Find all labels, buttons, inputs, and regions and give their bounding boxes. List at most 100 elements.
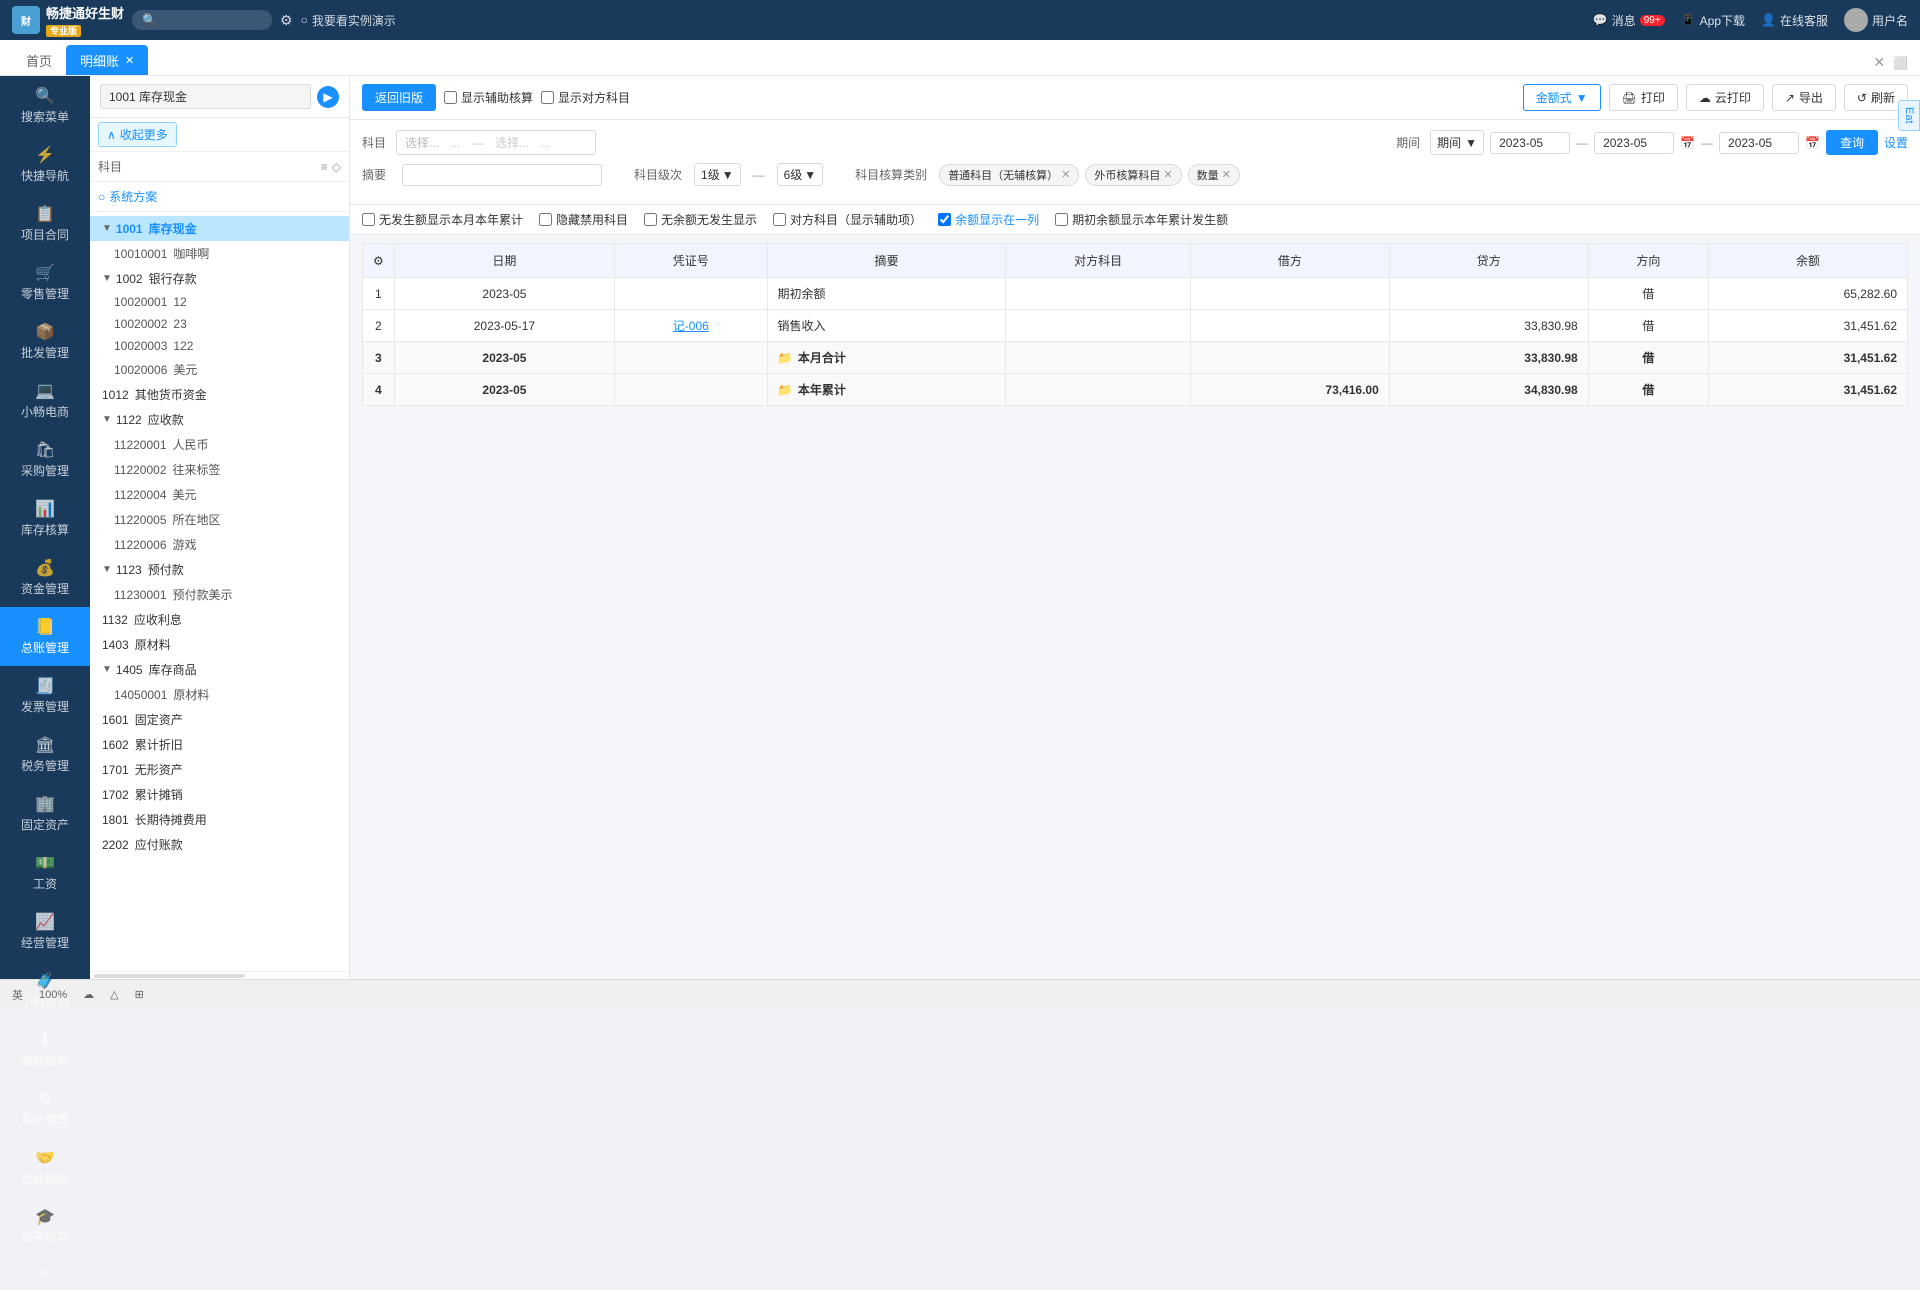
tree-item-10020001[interactable]: 10020001 12 [90,291,349,313]
subject-filter-input[interactable]: 选择... ... — 选择... ... [396,130,596,155]
filter-tag-2-remove[interactable]: ✕ [1222,168,1231,181]
row2-voucher[interactable]: 记-006 [615,310,767,342]
sidebar-item-tax[interactable]: 🏛 税务管理 [0,725,90,784]
expand-more-btn[interactable]: ∧ 收起更多 [98,122,177,147]
period-to-input-2[interactable]: 2023-05 [1719,132,1799,154]
tree-item-1403[interactable]: 1403 原材料 [90,632,349,657]
sidebar-item-assets[interactable]: 🏢 固定资产 [0,784,90,843]
amount-format-btn[interactable]: 金额式 ▼ [1523,84,1601,111]
show-counterpart-check[interactable]: 显示对方科目 [541,89,630,106]
tree-item-1122[interactable]: ▼ 1122 应收款 [90,407,349,432]
show-counterpart-input[interactable] [541,91,554,104]
gear-icon[interactable]: ⚙ [280,12,293,29]
status-cloud-btn[interactable]: ☁ [83,988,94,1001]
eat-btn[interactable]: Eat [1898,100,1920,131]
cb-no-amount-input[interactable] [362,213,375,226]
sidebar-item-invoice[interactable]: 🧾 发票管理 [0,666,90,725]
tree-item-1123[interactable]: ▼ 1123 预付款 [90,557,349,582]
sidebar-item-guide[interactable]: 🎓 新手引导 [0,1197,90,1256]
tab-ledger[interactable]: 明细账 ✕ [66,45,148,75]
message-btn[interactable]: 💬 消息 99+ [1593,12,1665,29]
tree-action-1[interactable]: ≡ [321,160,328,174]
left-panel-scrollbar[interactable] [90,971,349,979]
cb-year-start-btn[interactable]: 期初余额显示本年累计发生额 [1055,211,1228,228]
level-to-select[interactable]: 6级 ▼ [777,163,824,186]
period-from-input[interactable]: 2023-05 [1490,132,1570,154]
sidebar-item-basic-info[interactable]: ℹ 基础信息 [0,1020,90,1079]
sidebar-item-salary[interactable]: 💵 工资 [0,843,90,902]
window-maximize-btn[interactable]: ⬜ [1893,56,1908,70]
summary-filter-input[interactable] [402,164,602,186]
sidebar-item-collab[interactable]: 🤝 企业协同 [0,1138,90,1197]
tree-item-11230001[interactable]: 11230001 预付款美示 [90,582,349,607]
sidebar-settings-btn[interactable]: ⚙ [0,1256,90,1290]
tree-item-10020003[interactable]: 10020003 122 [90,335,349,357]
tree-item-1801[interactable]: 1801 长期待摊费用 [90,807,349,832]
tree-item-11220005[interactable]: 11220005 所在地区 [90,507,349,532]
level-from-select[interactable]: 1级 ▼ [694,163,741,186]
status-sync-btn[interactable]: △ [110,988,118,1001]
cb-no-balance-btn[interactable]: 无余额无发生显示 [644,211,757,228]
show-auxiliary-calc-check[interactable]: 显示辅助核算 [444,89,533,106]
status-translate-btn[interactable]: 英 [12,987,23,1003]
tree-action-2[interactable]: ◇ [332,160,341,174]
cb-balance-in-one-btn[interactable]: 余额显示在一列 [938,211,1039,228]
cb-counterpart-btn[interactable]: 对方科目（显示辅助项） [773,211,922,228]
export-btn[interactable]: ↗ 导出 [1772,84,1836,111]
cb-counterpart-input[interactable] [773,213,786,226]
cb-hide-disabled-btn[interactable]: 隐藏禁用科目 [539,211,628,228]
sidebar-item-search[interactable]: 🔍 搜索菜单 [0,76,90,135]
sidebar-item-finance[interactable]: 💰 资金管理 [0,548,90,607]
cloud-print-btn[interactable]: ☁ 云打印 [1686,84,1764,111]
tree-item-1012[interactable]: 1012 其他货币资金 [90,382,349,407]
scheme-label-btn[interactable]: ○ 系统方案 [98,188,341,205]
sidebar-item-purchase[interactable]: 🛍 采购管理 [0,430,90,489]
cb-no-balance-input[interactable] [644,213,657,226]
tree-item-1601[interactable]: 1601 固定资产 [90,707,349,732]
calendar-icon-2[interactable]: 📅 [1805,136,1820,150]
sidebar-item-operations[interactable]: 📈 经营管理 [0,902,90,961]
search-input[interactable] [157,13,257,27]
print-btn[interactable]: 🖨 打印 [1609,84,1678,111]
cb-no-amount-btn[interactable]: 无发生额显示本月本年累计 [362,211,523,228]
tree-item-1132[interactable]: 1132 应收利息 [90,607,349,632]
status-zoom-btn[interactable]: 100% [39,989,67,1001]
filter-tag-0-remove[interactable]: ✕ [1061,168,1070,181]
cb-year-start-input[interactable] [1055,213,1068,226]
nav-arrow-btn[interactable]: ▶ [317,86,339,108]
tree-item-2202[interactable]: 2202 应付账款 [90,832,349,857]
account-selector[interactable]: 1001 库存现金 [100,84,311,109]
query-btn[interactable]: 查询 [1826,130,1878,155]
filter-tag-1-remove[interactable]: ✕ [1163,168,1172,181]
status-grid-btn[interactable]: ⊞ [135,988,144,1001]
show-auxiliary-calc-input[interactable] [444,91,457,104]
user-area[interactable]: 用户名 [1844,8,1908,32]
tree-item-1405[interactable]: ▼ 1405 库存商品 [90,657,349,682]
app-download-btn[interactable]: 📱 App下载 [1681,12,1745,29]
sidebar-item-project[interactable]: 📋 项目合同 [0,194,90,253]
return-old-version-btn[interactable]: 返回旧版 [362,84,436,111]
tab-close-icon[interactable]: ✕ [125,54,134,67]
cb-balance-in-one-input[interactable] [938,213,951,226]
voucher-link-row2[interactable]: 记-006 [673,319,709,333]
tree-item-10010001[interactable]: 10010001 咖啡啊 [90,241,349,266]
demo-link[interactable]: ○ 我要看实例演示 [301,12,396,29]
tree-item-1002[interactable]: ▼ 1002 银行存款 [90,266,349,291]
period-to-input[interactable]: 2023-05 [1594,132,1674,154]
tree-item-1001[interactable]: ▼ 1001 库存现金 [90,216,349,241]
sidebar-item-ledger[interactable]: 📒 总账管理 [0,607,90,666]
tree-item-11220002[interactable]: 11220002 往来标签 [90,457,349,482]
sidebar-item-ecommerce[interactable]: 💻 小畅电商 [0,371,90,430]
tab-home[interactable]: 首页 [12,45,66,75]
online-service-btn[interactable]: 👤 在线客服 [1761,12,1828,29]
cb-hide-disabled-input[interactable] [539,213,552,226]
sidebar-item-retail[interactable]: 🛒 零售管理 [0,253,90,312]
tree-item-10020006[interactable]: 10020006 美元 [90,357,349,382]
tree-item-11220004[interactable]: 11220004 美元 [90,482,349,507]
calendar-icon[interactable]: 📅 [1680,136,1695,150]
sidebar-item-system[interactable]: ⚙ 系统管理 [0,1079,90,1138]
tree-item-1602[interactable]: 1602 累计折旧 [90,732,349,757]
period-type-select[interactable]: 期间 ▼ [1430,130,1484,155]
setting-btn[interactable]: 设置 [1884,134,1908,151]
sidebar-item-inventory[interactable]: 📊 库存核算 [0,489,90,548]
